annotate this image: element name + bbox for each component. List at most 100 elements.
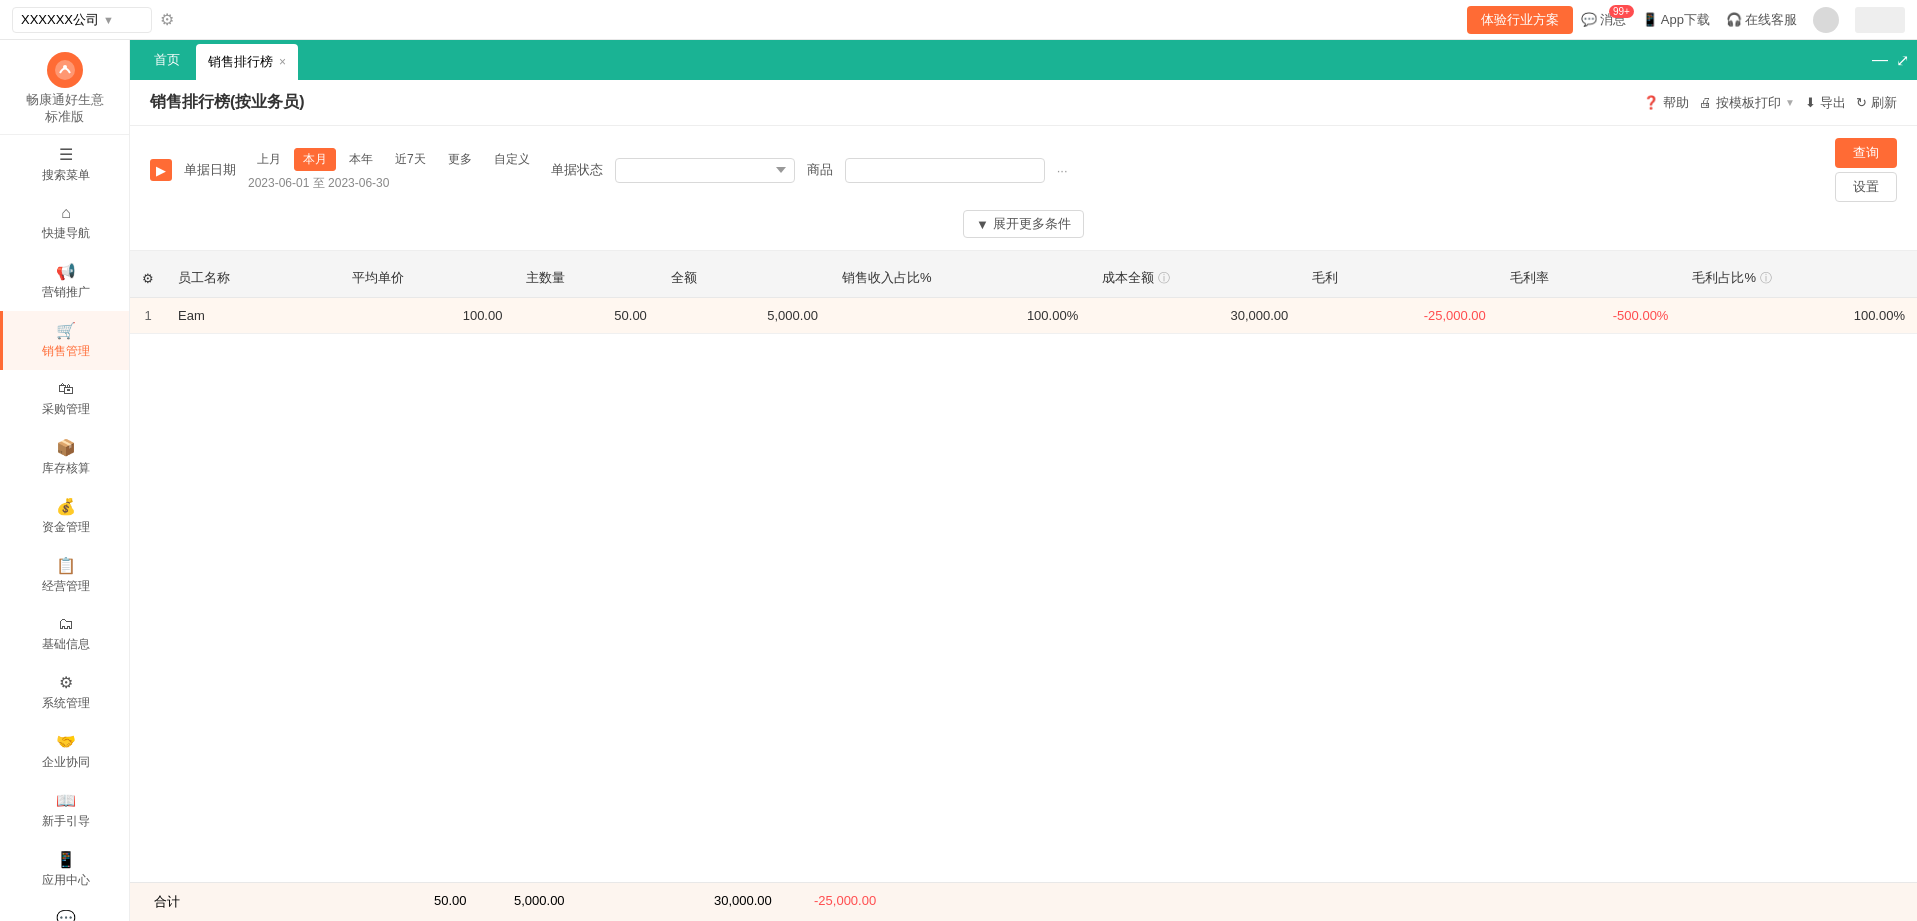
sidebar-item-search[interactable]: ☰ 搜索菜单 (0, 135, 129, 194)
table-header-row: ⚙ 员工名称 平均单价 主数量 全额 销售收入占比% 成本全额 ⓘ 毛利 毛利率 (130, 259, 1917, 298)
message-badge: 99+ (1609, 5, 1634, 18)
search-menu-icon: ☰ (59, 145, 73, 164)
apps-icon: 📱 (56, 850, 76, 869)
settings-gear-icon[interactable]: ⚙ (160, 10, 174, 29)
cell-cost-amount: 30,000.00 (1090, 298, 1300, 334)
company-name: XXXXXX公司 (21, 11, 99, 29)
sidebar-item-collab[interactable]: 🤝 企业协同 (0, 722, 129, 781)
cell-gross: -25,000.00 (1300, 298, 1498, 334)
footer-avg-price (342, 893, 422, 911)
print-label: 按模板打印 (1716, 94, 1781, 112)
message-button[interactable]: 💬 消息 99+ (1581, 11, 1626, 29)
print-dropdown-icon: ▼ (1785, 97, 1795, 108)
user-name-placeholder (1855, 7, 1905, 33)
export-label: 导出 (1820, 94, 1846, 112)
query-button[interactable]: 查询 (1835, 138, 1897, 168)
date-tab-7days[interactable]: 近7天 (386, 148, 435, 171)
sidebar-item-purchase[interactable]: 🛍 采购管理 (0, 370, 129, 428)
tab-bar: 首页 销售排行榜 × — ⤢ (130, 40, 1917, 80)
tab-home[interactable]: 首页 (138, 40, 196, 80)
status-select[interactable] (615, 158, 795, 183)
sidebar-item-wechat[interactable]: 💬 企业微信 (0, 899, 129, 921)
date-tabs: 上月 本月 本年 近7天 更多 自定义 (248, 148, 539, 171)
sidebar-item-operations[interactable]: 📋 经营管理 (0, 546, 129, 605)
print-button[interactable]: 🖨 按模板打印 ▼ (1699, 94, 1795, 112)
marketing-icon: 📢 (56, 262, 76, 281)
tab-close-icon[interactable]: × (279, 55, 286, 69)
sidebar-item-marketing[interactable]: 📢 营销推广 (0, 252, 129, 311)
gross-ratio-info-icon[interactable]: ⓘ (1760, 271, 1772, 285)
tab-maximize-button[interactable]: ⤢ (1896, 51, 1909, 70)
logo-svg (54, 59, 76, 81)
home-icon: ⌂ (61, 204, 71, 222)
refresh-icon: ↻ (1856, 95, 1867, 110)
goods-filter-label: 商品 (807, 161, 833, 179)
try-industry-button[interactable]: 体验行业方案 (1467, 6, 1573, 34)
expand-more-label: 展开更多条件 (993, 215, 1071, 233)
export-button[interactable]: ⬇ 导出 (1805, 94, 1846, 112)
tab-label: 销售排行榜 (208, 53, 273, 71)
message-icon: 💬 (1581, 12, 1597, 27)
user-avatar[interactable] (1813, 7, 1839, 33)
filter-toggle-button[interactable]: ▶ (150, 159, 172, 181)
query-settings: 查询 设置 (1835, 138, 1897, 202)
sidebar-item-sales[interactable]: 🛒 销售管理 (0, 311, 129, 370)
col-avg-price: 平均单价 (340, 259, 514, 298)
col-cost-amount: 成本全额 ⓘ (1090, 259, 1300, 298)
tab-minimize-button[interactable]: — (1872, 51, 1888, 70)
print-icon: 🖨 (1699, 95, 1712, 110)
footer-cost-amount: 30,000.00 (702, 893, 802, 911)
help-icon: ❓ (1643, 95, 1659, 110)
sidebar-item-system[interactable]: ⚙ 系统管理 (0, 663, 129, 722)
date-tab-last-month[interactable]: 上月 (248, 148, 290, 171)
footer-row: 合计 50.00 5,000.00 30,000.00 -25,000.00 (142, 893, 1905, 911)
phone-icon: 📱 (1642, 12, 1658, 27)
content-area: 首页 销售排行榜 × — ⤢ 销售排行榜(按业务员) ❓ 帮助 (130, 40, 1917, 921)
wechat-icon: 💬 (56, 909, 76, 921)
date-tab-custom[interactable]: 自定义 (485, 148, 539, 171)
tab-bar-right: — ⤢ (1872, 51, 1909, 70)
online-support-button[interactable]: 🎧 在线客服 (1726, 11, 1797, 29)
sidebar-item-guide[interactable]: 📖 新手引导 (0, 781, 129, 840)
goods-more-icon[interactable]: ··· (1057, 163, 1068, 178)
company-selector[interactable]: XXXXXX公司 ▼ (12, 7, 152, 33)
app-download-button[interactable]: 📱 App下载 (1642, 11, 1710, 29)
headset-icon: 🎧 (1726, 12, 1742, 27)
col-gross-rate: 毛利率 (1498, 259, 1681, 298)
col-main-qty: 主数量 (514, 259, 658, 298)
help-label: 帮助 (1663, 94, 1689, 112)
filter-area: ▶ 单据日期 上月 本月 本年 近7天 更多 自定义 2023-06-01 至 … (130, 126, 1917, 251)
date-tab-this-month[interactable]: 本月 (294, 148, 336, 171)
tab-sales-ranking[interactable]: 销售排行榜 × (196, 44, 298, 80)
cell-gross-rate: -500.00% (1498, 298, 1681, 334)
goods-input[interactable] (845, 158, 1045, 183)
sales-icon: 🛒 (56, 321, 76, 340)
date-tab-more[interactable]: 更多 (439, 148, 481, 171)
help-button[interactable]: ❓ 帮助 (1643, 94, 1689, 112)
guide-icon: 📖 (56, 791, 76, 810)
sidebar-item-finance[interactable]: 💰 资金管理 (0, 487, 129, 546)
table-footer: 合计 50.00 5,000.00 30,000.00 -25,000.00 (130, 882, 1917, 921)
cost-info-icon[interactable]: ⓘ (1158, 271, 1170, 285)
col-revenue-ratio: 销售收入占比% (830, 259, 1090, 298)
col-settings-icon[interactable]: ⚙ (142, 271, 154, 286)
expand-more-button[interactable]: ▼ 展开更多条件 (963, 210, 1084, 238)
top-bar: XXXXXX公司 ▼ ⚙ 体验行业方案 💬 消息 99+ 📱 App下载 🎧 在… (0, 0, 1917, 40)
settings-button[interactable]: 设置 (1835, 172, 1897, 202)
col-employee: 员工名称 (166, 259, 340, 298)
page-actions: ❓ 帮助 🖨 按模板打印 ▼ ⬇ 导出 ↻ 刷新 (1643, 94, 1897, 112)
refresh-button[interactable]: ↻ 刷新 (1856, 94, 1897, 112)
date-tab-this-year[interactable]: 本年 (340, 148, 382, 171)
sidebar-item-inventory[interactable]: 📦 库存核算 (0, 428, 129, 487)
collab-icon: 🤝 (56, 732, 76, 751)
expand-row: ▼ 展开更多条件 (150, 210, 1897, 238)
sidebar-item-apps[interactable]: 📱 应用中心 (0, 840, 129, 899)
sidebar-item-nav[interactable]: ⌂ 快捷导航 (0, 194, 129, 252)
col-gross-ratio: 毛利占比% ⓘ (1680, 259, 1917, 298)
sidebar-item-basic[interactable]: 🗂 基础信息 (0, 605, 129, 663)
sidebar-logo: 畅康通好生意 标准版 (0, 40, 129, 135)
system-icon: ⚙ (59, 673, 73, 692)
purchase-icon: 🛍 (58, 380, 74, 398)
footer-revenue-ratio (602, 893, 702, 911)
cell-employee: Eam (166, 298, 340, 334)
